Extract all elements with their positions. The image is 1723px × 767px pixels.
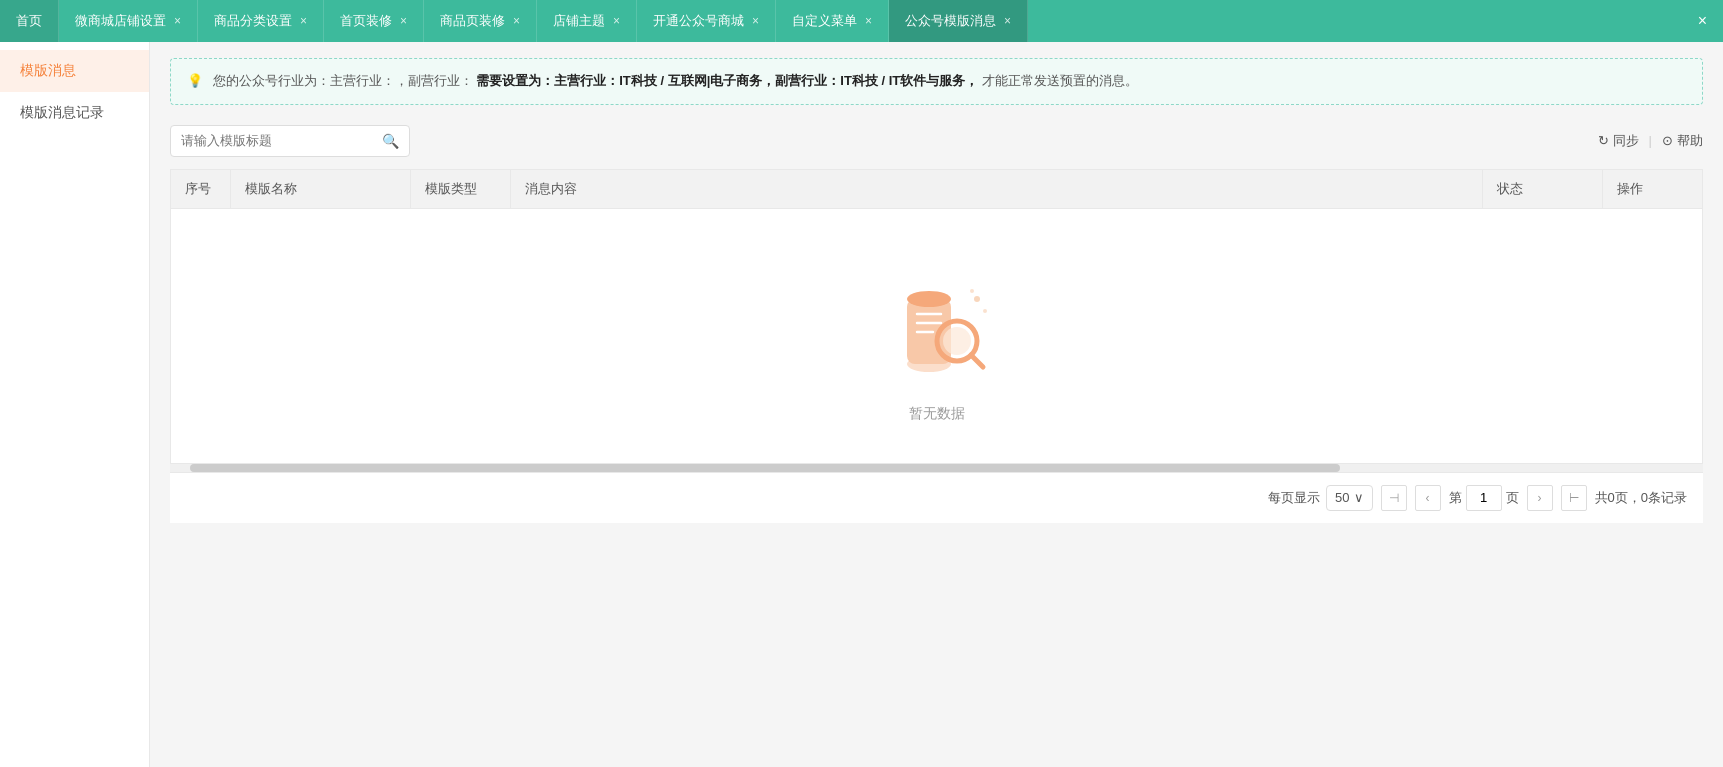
prev-page-button[interactable]: ‹	[1415, 485, 1441, 511]
search-icon[interactable]: 🔍	[382, 133, 399, 149]
nav-product-decor[interactable]: 商品页装修 ×	[424, 0, 537, 42]
nav-home-decor-label: 首页装修	[340, 12, 392, 30]
notice-highlight: 需要设置为：主营行业：IT科技 / 互联网|电子商务，副营行业：IT科技 / I…	[476, 73, 978, 88]
col-header-name: 模版名称	[231, 169, 411, 208]
horizontal-scrollbar[interactable]	[170, 464, 1703, 472]
notice-banner: 💡 您的公众号行业为：主营行业：，副营行业： 需要设置为：主营行业：IT科技 /…	[170, 58, 1703, 105]
empty-row: 暂无数据	[171, 208, 1703, 463]
col-header-action: 操作	[1603, 169, 1703, 208]
col-header-type: 模版类型	[411, 169, 511, 208]
nav-custom-menu[interactable]: 自定义菜单 ×	[776, 0, 889, 42]
help-icon: ⊙	[1662, 133, 1673, 148]
nav-shop-theme-label: 店铺主题	[553, 12, 605, 30]
pagination-bar: 每页显示 50 ∨ ⊣ ‹ 第 页 › ⊢ 共0页，0条记录	[170, 472, 1703, 523]
svg-point-11	[970, 289, 974, 293]
svg-point-2	[907, 291, 951, 307]
nav-shop-theme[interactable]: 店铺主题 ×	[537, 0, 637, 42]
sidebar: 模版消息 模版消息记录	[0, 42, 150, 767]
scrollbar-thumb[interactable]	[190, 464, 1340, 472]
di-label: 第	[1449, 489, 1462, 507]
nav-home-label: 首页	[16, 12, 42, 30]
page-num-input: 第 页	[1449, 485, 1519, 511]
empty-illustration	[877, 269, 997, 389]
search-bar: 🔍 ↻ 同步 | ⊙ 帮助	[170, 125, 1703, 157]
close-product-decor-icon[interactable]: ×	[513, 14, 520, 28]
close-home-decor-icon[interactable]: ×	[400, 14, 407, 28]
toolbar-divider: |	[1649, 133, 1652, 148]
notice-prefix: 您的公众号行业为：主营行业：，副营行业：	[213, 73, 473, 88]
per-page-label: 每页显示	[1268, 489, 1320, 507]
nav-product-decor-label: 商品页装修	[440, 12, 505, 30]
main-content: 💡 您的公众号行业为：主营行业：，副营行业： 需要设置为：主营行业：IT科技 /…	[150, 42, 1723, 767]
col-header-seq: 序号	[171, 169, 231, 208]
nav-category-settings-label: 商品分类设置	[214, 12, 292, 30]
close-custom-menu-icon[interactable]: ×	[865, 14, 872, 28]
nav-open-mall[interactable]: 开通公众号商城 ×	[637, 0, 776, 42]
nav-shop-settings-label: 微商城店铺设置	[75, 12, 166, 30]
close-shop-theme-icon[interactable]: ×	[613, 14, 620, 28]
notice-icon: 💡	[187, 73, 203, 88]
svg-point-7	[943, 327, 971, 355]
nav-category-settings[interactable]: 商品分类设置 ×	[198, 0, 324, 42]
close-open-mall-icon[interactable]: ×	[752, 14, 759, 28]
close-template-msg-icon[interactable]: ×	[1004, 14, 1011, 28]
sync-button[interactable]: ↻ 同步	[1598, 132, 1639, 150]
svg-line-8	[971, 355, 983, 367]
help-label: 帮助	[1677, 132, 1703, 150]
notice-suffix: 才能正常发送预置的消息。	[982, 73, 1138, 88]
search-input-wrap: 🔍	[170, 125, 410, 157]
nav-custom-menu-label: 自定义菜单	[792, 12, 857, 30]
per-page-chevron-icon: ∨	[1354, 490, 1364, 505]
table-header-row: 序号 模版名称 模版类型 消息内容 状态 操作	[171, 169, 1703, 208]
per-page-value: 50	[1335, 490, 1349, 505]
svg-point-10	[983, 309, 987, 313]
svg-point-9	[974, 296, 980, 302]
per-page-dropdown[interactable]: 50 ∨	[1326, 485, 1372, 511]
first-page-button[interactable]: ⊣	[1381, 485, 1407, 511]
page-number-input[interactable]	[1466, 485, 1502, 511]
sync-icon: ↻	[1598, 133, 1609, 148]
sync-label: 同步	[1613, 132, 1639, 150]
nav-open-mall-label: 开通公众号商城	[653, 12, 744, 30]
pagination-summary: 共0页，0条记录	[1595, 489, 1687, 507]
nav-shop-settings[interactable]: 微商城店铺设置 ×	[59, 0, 198, 42]
toolbar-right: ↻ 同步 | ⊙ 帮助	[1598, 132, 1703, 150]
per-page-select: 每页显示 50 ∨	[1268, 485, 1372, 511]
top-navigation: 首页 微商城店铺设置 × 商品分类设置 × 首页装修 × 商品页装修 × 店铺主…	[0, 0, 1723, 42]
next-page-button[interactable]: ›	[1527, 485, 1553, 511]
nav-home-decor[interactable]: 首页装修 ×	[324, 0, 424, 42]
data-table: 序号 模版名称 模版类型 消息内容 状态 操作	[170, 169, 1703, 464]
sidebar-item-template-msg-log[interactable]: 模版消息记录	[0, 92, 149, 134]
help-button[interactable]: ⊙ 帮助	[1662, 132, 1703, 150]
nav-template-msg[interactable]: 公众号模版消息 ×	[889, 0, 1028, 42]
main-layout: 模版消息 模版消息记录 💡 您的公众号行业为：主营行业：，副营行业： 需要设置为…	[0, 42, 1723, 767]
empty-state: 暂无数据	[171, 209, 1702, 463]
table-header: 序号 模版名称 模版类型 消息内容 状态 操作	[171, 169, 1703, 208]
empty-text: 暂无数据	[909, 405, 965, 423]
last-page-button[interactable]: ⊢	[1561, 485, 1587, 511]
close-shop-settings-icon[interactable]: ×	[174, 14, 181, 28]
col-header-status: 状态	[1483, 169, 1603, 208]
page-label: 页	[1506, 489, 1519, 507]
col-header-content: 消息内容	[511, 169, 1483, 208]
nav-home[interactable]: 首页	[0, 0, 59, 42]
close-all-tabs-button[interactable]: ×	[1682, 12, 1723, 30]
sidebar-item-template-msg[interactable]: 模版消息	[0, 50, 149, 92]
nav-template-msg-label: 公众号模版消息	[905, 12, 996, 30]
search-input[interactable]	[181, 133, 382, 148]
close-category-settings-icon[interactable]: ×	[300, 14, 307, 28]
table-body: 暂无数据	[171, 208, 1703, 463]
